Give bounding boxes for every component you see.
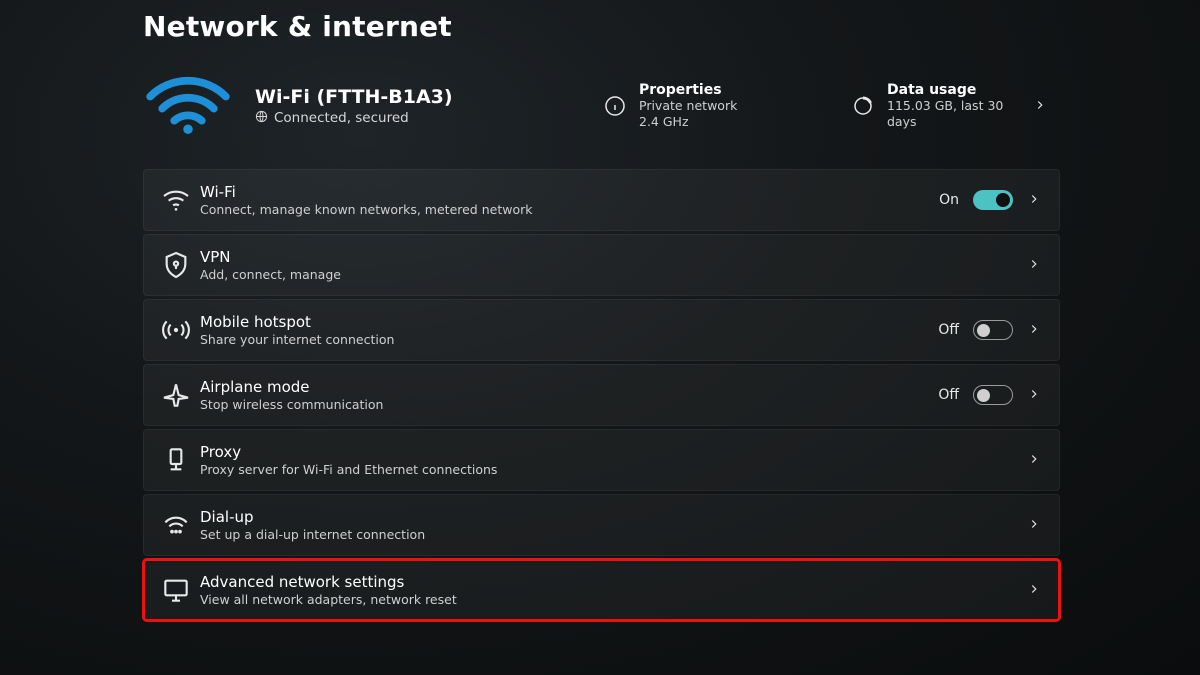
network-ssid: Wi-Fi (FTTH-B1A3) [255, 86, 585, 108]
globe-icon [255, 110, 268, 127]
row-title: Wi-Fi [200, 183, 939, 201]
row-title: Mobile hotspot [200, 313, 938, 331]
connection-state: Connected, secured [274, 110, 409, 126]
row-title: Advanced network settings [200, 573, 1027, 591]
row-wifi[interactable]: Wi-FiConnect, manage known networks, met… [143, 169, 1060, 231]
row-advanced-network-settings[interactable]: Advanced network settingsView all networ… [143, 559, 1060, 621]
chevron-right-icon [1027, 321, 1041, 340]
row-title: Proxy [200, 443, 1027, 461]
page-title: Network & internet [143, 10, 1060, 43]
wifi-signal-icon [143, 71, 233, 141]
properties-band: 2.4 GHz [639, 114, 737, 130]
row-airplane-mode[interactable]: Airplane modeStop wireless communication… [143, 364, 1060, 426]
hotspot-icon [160, 314, 192, 346]
chevron-right-icon [1033, 97, 1047, 116]
dialup-icon [160, 509, 192, 541]
row-title: VPN [200, 248, 1027, 266]
proxy-icon [160, 444, 192, 476]
row-title: Airplane mode [200, 378, 938, 396]
data-usage-icon [851, 94, 875, 118]
shield-icon [160, 249, 192, 281]
airplane-icon [160, 379, 192, 411]
airplane-toggle[interactable] [973, 385, 1013, 405]
row-subtitle: Share your internet connection [200, 332, 938, 347]
network-name-block: Wi-Fi (FTTH-B1A3) Connected, secured [255, 86, 585, 127]
row-subtitle: Set up a dial-up internet connection [200, 527, 1027, 542]
chevron-right-icon [1027, 516, 1041, 535]
row-subtitle: View all network adapters, network reset [200, 592, 1027, 607]
row-mobile-hotspot[interactable]: Mobile hotspotShare your internet connec… [143, 299, 1060, 361]
chevron-right-icon [1027, 386, 1041, 405]
row-vpn[interactable]: VPNAdd, connect, manage [143, 234, 1060, 296]
data-usage-value: 115.03 GB, last 30 days [887, 98, 1021, 129]
properties-link[interactable]: Properties Private network 2.4 GHz [603, 82, 843, 129]
row-subtitle: Stop wireless communication [200, 397, 938, 412]
computer-icon [160, 574, 192, 606]
wifi-toggle[interactable] [973, 190, 1013, 210]
chevron-right-icon [1027, 451, 1041, 470]
network-status-panel: Wi-Fi (FTTH-B1A3) Connected, secured Pro… [143, 71, 1060, 141]
row-title: Dial-up [200, 508, 1027, 526]
chevron-right-icon [1027, 256, 1041, 275]
row-subtitle: Connect, manage known networks, metered … [200, 202, 939, 217]
data-usage-link[interactable]: Data usage 115.03 GB, last 30 days [851, 82, 1021, 129]
properties-network-type: Private network [639, 98, 737, 114]
settings-list: Wi-FiConnect, manage known networks, met… [143, 169, 1060, 621]
row-proxy[interactable]: ProxyProxy server for Wi-Fi and Ethernet… [143, 429, 1060, 491]
info-icon [603, 94, 627, 118]
data-usage-heading: Data usage [887, 82, 1021, 98]
row-dial-up[interactable]: Dial-upSet up a dial-up internet connect… [143, 494, 1060, 556]
properties-heading: Properties [639, 82, 737, 98]
hotspot-toggle[interactable] [973, 320, 1013, 340]
chevron-right-icon [1027, 581, 1041, 600]
toggle-label: Off [938, 322, 959, 338]
toggle-label: Off [938, 387, 959, 403]
toggle-label: On [939, 192, 959, 208]
row-subtitle: Add, connect, manage [200, 267, 1027, 282]
chevron-right-icon [1027, 191, 1041, 210]
row-subtitle: Proxy server for Wi-Fi and Ethernet conn… [200, 462, 1027, 477]
wifi-icon [160, 184, 192, 216]
